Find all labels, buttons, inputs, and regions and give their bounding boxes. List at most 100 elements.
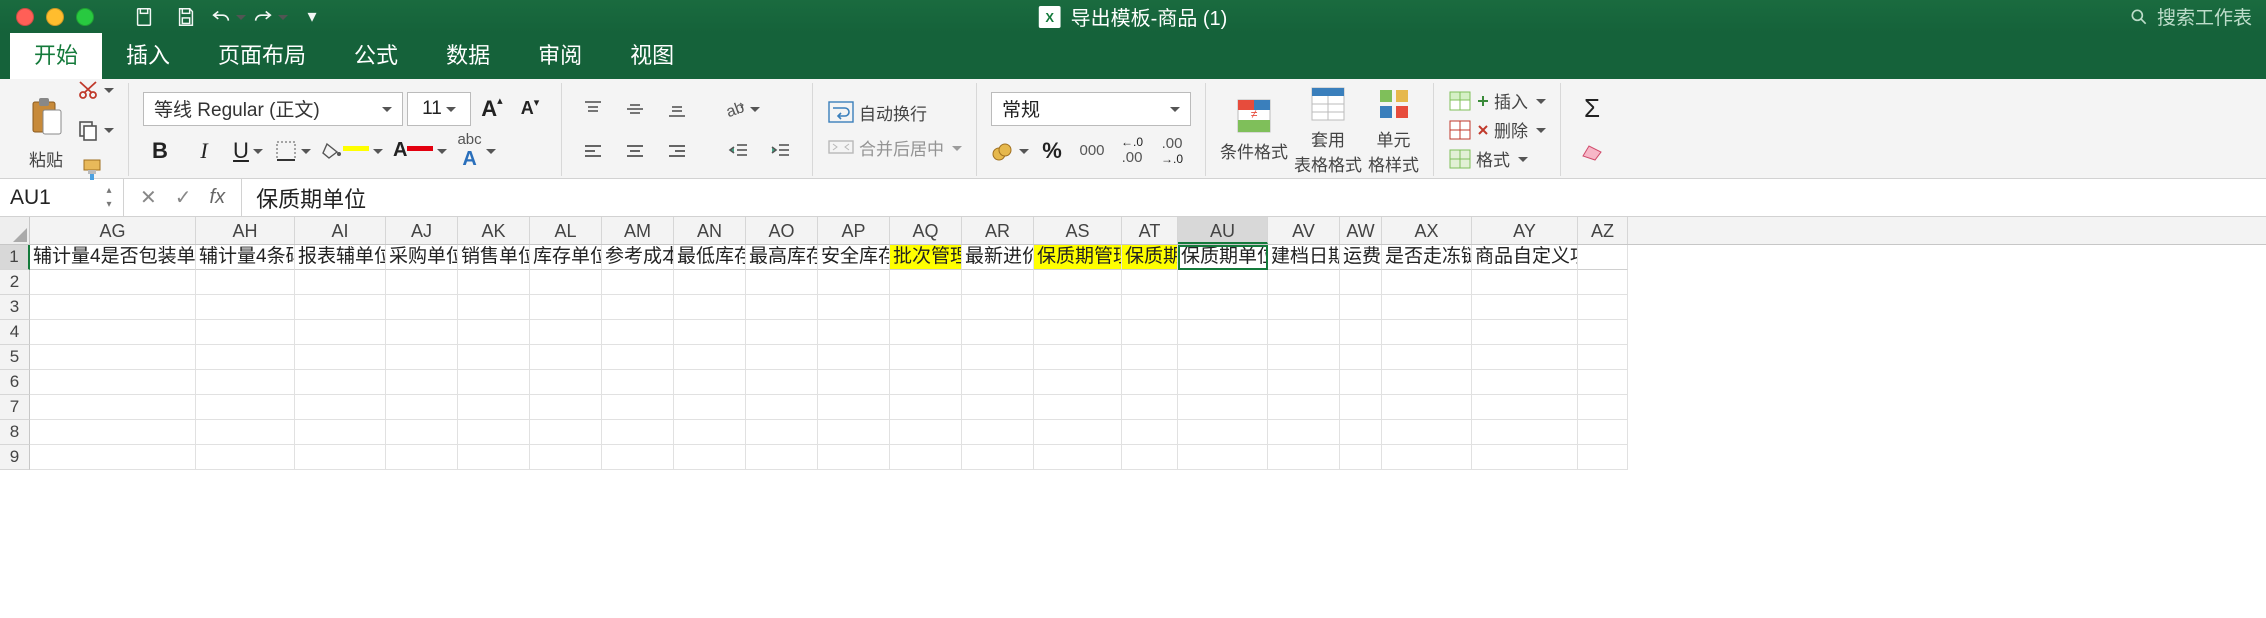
cell-AT1[interactable]: 保质期 (1122, 245, 1178, 270)
cell-AS6[interactable] (1034, 370, 1122, 395)
col-header-AX[interactable]: AX (1382, 217, 1472, 244)
col-header-AI[interactable]: AI (295, 217, 386, 244)
confirm-formula-icon[interactable]: ✓ (175, 185, 192, 210)
cell-AJ4[interactable] (386, 320, 458, 345)
tab-page-layout[interactable]: 页面布局 (194, 28, 330, 79)
name-box-stepper[interactable]: ▴▾ (101, 184, 117, 212)
font-name-select[interactable]: 等线 Regular (正文) (143, 92, 403, 126)
row-header-7[interactable]: 7 (0, 395, 30, 420)
col-header-AU[interactable]: AU (1178, 217, 1268, 244)
cell-AZ2[interactable] (1578, 270, 1628, 295)
cell-AH5[interactable] (196, 345, 295, 370)
row-header-4[interactable]: 4 (0, 320, 30, 345)
cell-AJ3[interactable] (386, 295, 458, 320)
cell-AL7[interactable] (530, 395, 602, 420)
row-header-3[interactable]: 3 (0, 295, 30, 320)
col-header-AM[interactable]: AM (602, 217, 674, 244)
cell-AW5[interactable] (1340, 345, 1382, 370)
cell-AW7[interactable] (1340, 395, 1382, 420)
row-header-1[interactable]: 1 (0, 245, 30, 270)
customize-qat-icon[interactable]: ▾ (292, 3, 332, 31)
cell-AX9[interactable] (1382, 445, 1472, 470)
col-header-AQ[interactable]: AQ (890, 217, 962, 244)
cell-AT4[interactable] (1122, 320, 1178, 345)
underline-button[interactable]: U (231, 134, 265, 168)
cell-AT8[interactable] (1122, 420, 1178, 445)
cell-AM7[interactable] (602, 395, 674, 420)
cell-AV2[interactable] (1268, 270, 1340, 295)
cell-AP6[interactable] (818, 370, 890, 395)
merge-center-button[interactable]: 合并后居中 (827, 135, 962, 160)
cell-AX5[interactable] (1382, 345, 1472, 370)
cell-AZ7[interactable] (1578, 395, 1628, 420)
cell-AN2[interactable] (674, 270, 746, 295)
font-size-select[interactable]: 11 (407, 92, 471, 126)
cell-AM8[interactable] (602, 420, 674, 445)
cell-AV8[interactable] (1268, 420, 1340, 445)
cell-AW6[interactable] (1340, 370, 1382, 395)
cell-AZ8[interactable] (1578, 420, 1628, 445)
cell-AN5[interactable] (674, 345, 746, 370)
cell-AQ9[interactable] (890, 445, 962, 470)
cell-AX8[interactable] (1382, 420, 1472, 445)
cell-AO8[interactable] (746, 420, 818, 445)
align-center-button[interactable] (618, 134, 652, 168)
comma-button[interactable]: 000 (1075, 134, 1109, 168)
tab-home[interactable]: 开始 (10, 28, 102, 79)
cell-AN7[interactable] (674, 395, 746, 420)
cell-AT9[interactable] (1122, 445, 1178, 470)
cell-AG2[interactable] (30, 270, 196, 295)
cell-AP7[interactable] (818, 395, 890, 420)
clear-button[interactable] (1575, 134, 1609, 168)
cell-AW4[interactable] (1340, 320, 1382, 345)
name-box[interactable]: AU1 ▴▾ (0, 179, 124, 216)
cell-AZ1[interactable] (1578, 245, 1628, 270)
cell-AS1[interactable]: 保质期管理 (1034, 245, 1122, 270)
cell-AV6[interactable] (1268, 370, 1340, 395)
cell-AM3[interactable] (602, 295, 674, 320)
cell-AP3[interactable] (818, 295, 890, 320)
cell-AQ5[interactable] (890, 345, 962, 370)
italic-button[interactable]: I (187, 134, 221, 168)
cell-AI8[interactable] (295, 420, 386, 445)
phonetic-button[interactable]: abcA (457, 134, 495, 168)
cell-AT2[interactable] (1122, 270, 1178, 295)
cell-AJ5[interactable] (386, 345, 458, 370)
cell-AU7[interactable] (1178, 395, 1268, 420)
cell-AQ6[interactable] (890, 370, 962, 395)
conditional-format-button[interactable]: ≠ 条件格式 (1220, 96, 1288, 163)
cell-AS7[interactable] (1034, 395, 1122, 420)
table-format-button[interactable]: 套用 表格格式 (1294, 84, 1362, 176)
cell-AN8[interactable] (674, 420, 746, 445)
cell-AT6[interactable] (1122, 370, 1178, 395)
col-header-AN[interactable]: AN (674, 217, 746, 244)
cell-AU9[interactable] (1178, 445, 1268, 470)
cell-AH6[interactable] (196, 370, 295, 395)
cell-AP5[interactable] (818, 345, 890, 370)
tab-insert[interactable]: 插入 (102, 28, 194, 79)
cell-AR2[interactable] (962, 270, 1034, 295)
cell-AQ4[interactable] (890, 320, 962, 345)
col-header-AJ[interactable]: AJ (386, 217, 458, 244)
cell-AY4[interactable] (1472, 320, 1578, 345)
cell-AX4[interactable] (1382, 320, 1472, 345)
cell-AU5[interactable] (1178, 345, 1268, 370)
row-header-9[interactable]: 9 (0, 445, 30, 470)
autosave-icon[interactable] (124, 3, 164, 31)
cell-AG6[interactable] (30, 370, 196, 395)
cell-AJ6[interactable] (386, 370, 458, 395)
percent-button[interactable]: % (1035, 134, 1069, 168)
cell-AZ6[interactable] (1578, 370, 1628, 395)
minimize-window-icon[interactable] (46, 8, 64, 26)
cell-AT3[interactable] (1122, 295, 1178, 320)
cell-AI3[interactable] (295, 295, 386, 320)
cell-AR3[interactable] (962, 295, 1034, 320)
col-header-AS[interactable]: AS (1034, 217, 1122, 244)
cell-AM9[interactable] (602, 445, 674, 470)
cell-AZ5[interactable] (1578, 345, 1628, 370)
col-header-AP[interactable]: AP (818, 217, 890, 244)
cell-AN9[interactable] (674, 445, 746, 470)
undo-icon[interactable] (208, 3, 248, 31)
cell-AS9[interactable] (1034, 445, 1122, 470)
cell-AO4[interactable] (746, 320, 818, 345)
